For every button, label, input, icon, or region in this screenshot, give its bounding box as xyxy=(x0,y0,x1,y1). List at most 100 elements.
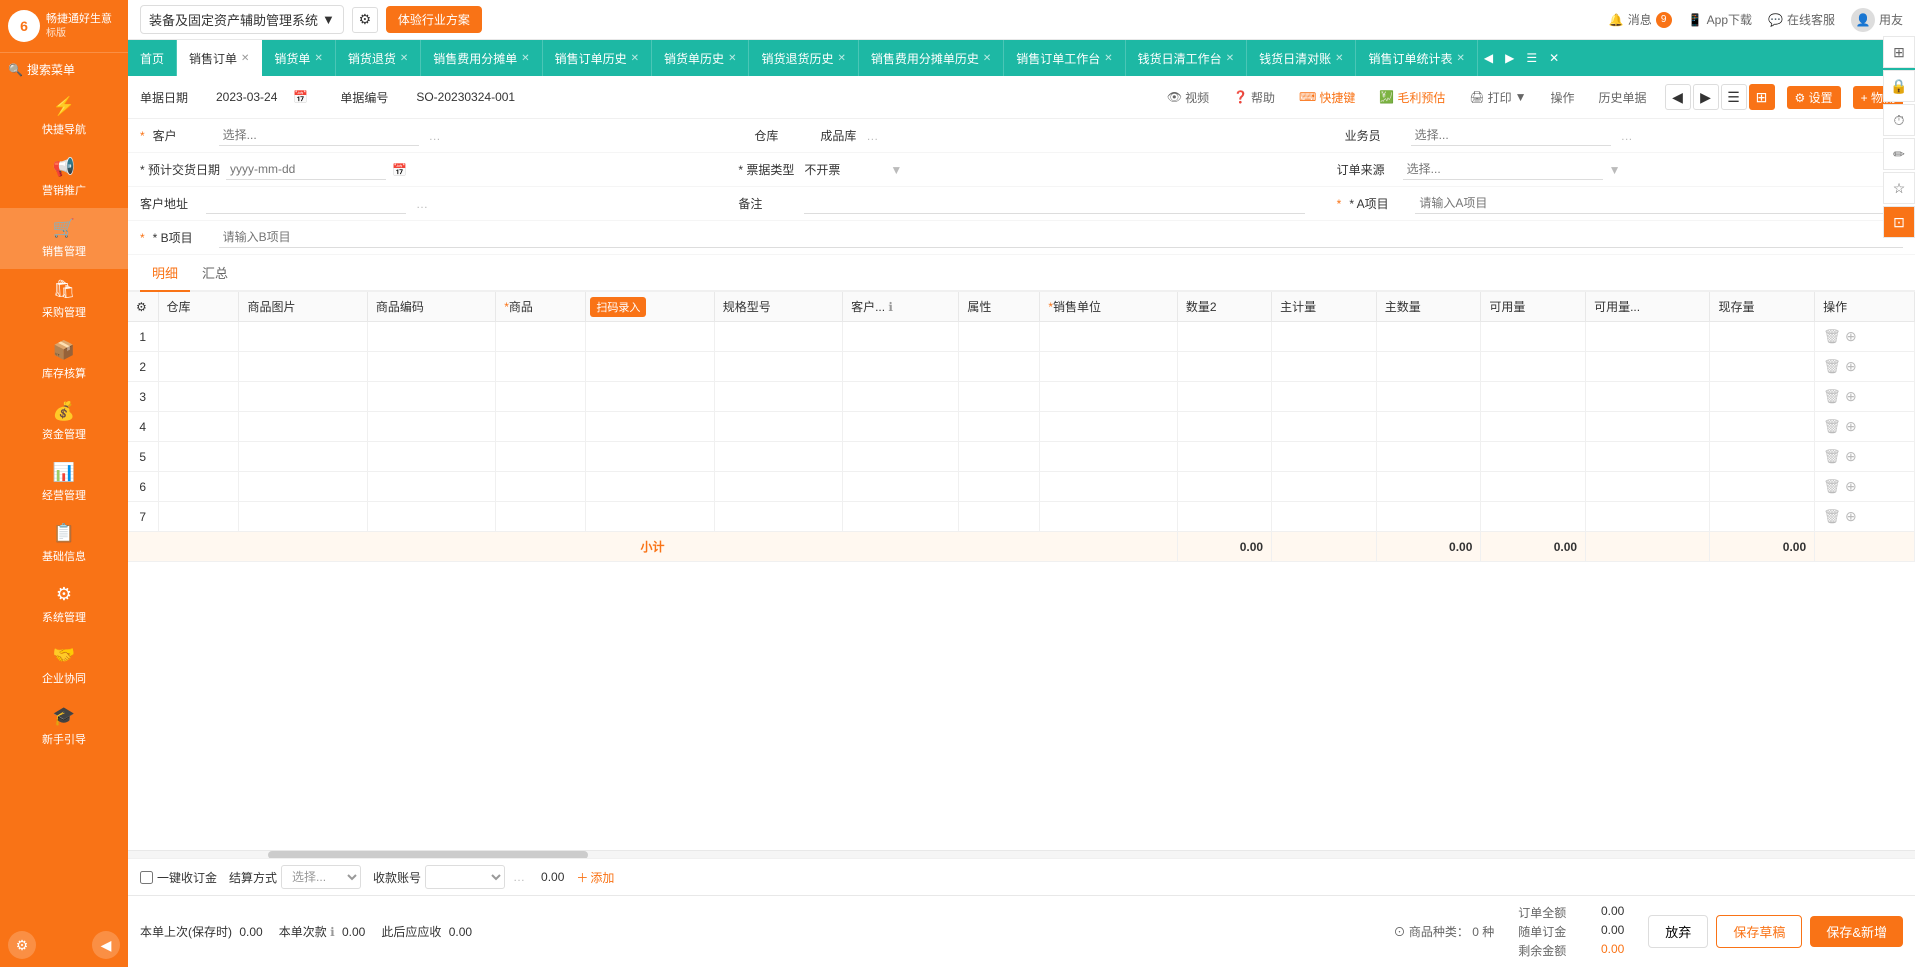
row-spec[interactable] xyxy=(714,352,842,382)
right-panel-btn-6[interactable]: ⊡ xyxy=(1883,206,1915,238)
close-tab-sales-order[interactable]: ✕ xyxy=(241,53,249,64)
operations-btn[interactable]: 操作 xyxy=(1545,87,1581,108)
delete-row-icon[interactable]: 🗑 xyxy=(1823,448,1841,465)
tab-bill-history[interactable]: 销货单历史 ✕ xyxy=(652,40,749,76)
sidebar-item-system[interactable]: ⚙ 系统管理 xyxy=(0,574,128,635)
copy-row-icon[interactable]: ⊕ xyxy=(1845,478,1857,495)
notifications-item[interactable]: 🔔 消息 9 xyxy=(1609,11,1672,28)
row-attr[interactable] xyxy=(959,472,1040,502)
order-source-dropdown-icon[interactable]: ▼ xyxy=(1609,163,1621,177)
right-panel-btn-1[interactable]: ⊞ xyxy=(1883,36,1915,68)
sidebar-item-operations[interactable]: 📊 经营管理 xyxy=(0,452,128,513)
row-spec[interactable] xyxy=(714,322,842,352)
prev-record-btn[interactable]: ◀ xyxy=(1665,84,1691,110)
close-tab-expense-split[interactable]: ✕ xyxy=(521,53,529,64)
row-unit[interactable] xyxy=(1040,322,1178,352)
tab-more-btn[interactable]: ☰ xyxy=(1520,51,1543,65)
close-tab-sales-return[interactable]: ✕ xyxy=(400,53,408,64)
row-warehouse[interactable] xyxy=(158,322,239,352)
row-sku[interactable] xyxy=(367,382,495,412)
sidebar-item-finance[interactable]: 💰 资金管理 xyxy=(0,391,128,452)
add-link[interactable]: ＋ 添加 xyxy=(576,869,614,886)
one-click-checkbox[interactable] xyxy=(140,871,153,884)
row-unit[interactable] xyxy=(1040,382,1178,412)
customer-more-icon[interactable]: … xyxy=(425,129,445,143)
row-attr[interactable] xyxy=(959,502,1040,532)
right-panel-btn-2[interactable]: 🔒 xyxy=(1883,70,1915,102)
row-sku[interactable] xyxy=(367,472,495,502)
row-customer-sku[interactable] xyxy=(843,322,959,352)
row-attr[interactable] xyxy=(959,352,1040,382)
row-sku[interactable] xyxy=(367,442,495,472)
row-main-qty[interactable] xyxy=(1376,352,1481,382)
current-due-help-icon[interactable]: ℹ xyxy=(330,925,335,939)
payment-method-select[interactable]: 选择... xyxy=(281,865,361,889)
tab-home[interactable]: 首页 xyxy=(128,40,177,76)
row-customer-sku[interactable] xyxy=(843,412,959,442)
row-unit[interactable] xyxy=(1040,502,1178,532)
customer-input[interactable] xyxy=(219,125,419,146)
row-sku[interactable] xyxy=(367,352,495,382)
shortcut-btn[interactable]: ⌨ 快捷键 xyxy=(1293,87,1361,108)
delete-row-icon[interactable]: 🗑 xyxy=(1823,328,1841,345)
row-warehouse[interactable] xyxy=(158,442,239,472)
horizontal-scrollbar[interactable] xyxy=(128,850,1915,858)
agent-more-icon[interactable]: … xyxy=(1617,129,1637,143)
discard-btn[interactable]: 放弃 xyxy=(1648,915,1708,948)
row-warehouse[interactable] xyxy=(158,382,239,412)
row-main-qty[interactable] xyxy=(1376,382,1481,412)
sidebar-item-enterprise[interactable]: 🤝 企业协同 xyxy=(0,635,128,696)
row-qty2[interactable] xyxy=(1177,352,1271,382)
delivery-calendar-icon[interactable]: 📅 xyxy=(392,163,407,177)
online-service-item[interactable]: 💬 在线客服 xyxy=(1768,11,1835,28)
industry-btn[interactable]: 体验行业方案 xyxy=(386,6,482,33)
row-customer-sku[interactable] xyxy=(843,502,959,532)
copy-row-icon[interactable]: ⊕ xyxy=(1845,508,1857,525)
sidebar-item-purchase[interactable]: 🛍 采购管理 xyxy=(0,269,128,330)
sidebar-item-marketing[interactable]: 📢 营销推广 xyxy=(0,147,128,208)
delete-row-icon[interactable]: 🗑 xyxy=(1823,358,1841,375)
invoice-value[interactable]: 不开票 xyxy=(804,161,884,178)
tab-expense-history[interactable]: 销售费用分摊单历史 ✕ xyxy=(859,40,1004,76)
row-qty2[interactable] xyxy=(1177,322,1271,352)
history-btn[interactable]: 历史单据 xyxy=(1593,87,1653,108)
warehouse-value[interactable]: 成品库 xyxy=(820,127,856,144)
preview-btn[interactable]: 👁 视频 xyxy=(1161,87,1215,108)
row-qty2[interactable] xyxy=(1177,502,1271,532)
tab-sales-bill[interactable]: 销货单 ✕ xyxy=(262,40,335,76)
row-warehouse[interactable] xyxy=(158,472,239,502)
row-main-qty[interactable] xyxy=(1376,412,1481,442)
row-unit[interactable] xyxy=(1040,472,1178,502)
row-warehouse[interactable] xyxy=(158,352,239,382)
row-goods[interactable] xyxy=(496,442,586,472)
help-btn[interactable]: ❓ 帮助 xyxy=(1227,87,1281,108)
close-tab-order-history[interactable]: ✕ xyxy=(631,53,639,64)
delete-row-icon[interactable]: 🗑 xyxy=(1823,478,1841,495)
project-b-input[interactable] xyxy=(219,227,1903,248)
sidebar-item-sales[interactable]: 🛒 销售管理 xyxy=(0,208,128,269)
warehouse-more-icon[interactable]: … xyxy=(862,129,882,143)
calendar-icon[interactable]: 📅 xyxy=(293,90,308,104)
tab-expense-split[interactable]: 销售费用分摊单 ✕ xyxy=(421,40,542,76)
settings-bottom-btn[interactable]: ⚙ xyxy=(8,931,36,959)
row-attr[interactable] xyxy=(959,382,1040,412)
row-attr[interactable] xyxy=(959,442,1040,472)
row-spec[interactable] xyxy=(714,502,842,532)
copy-row-icon[interactable]: ⊕ xyxy=(1845,358,1857,375)
draft-btn[interactable]: 保存草稿 xyxy=(1716,915,1802,948)
row-goods[interactable] xyxy=(496,412,586,442)
row-spec[interactable] xyxy=(714,382,842,412)
row-qty2[interactable] xyxy=(1177,412,1271,442)
address-input[interactable] xyxy=(206,193,406,214)
row-qty2[interactable] xyxy=(1177,442,1271,472)
agent-input[interactable] xyxy=(1411,125,1611,146)
row-goods[interactable] xyxy=(496,502,586,532)
tab-return-history[interactable]: 销货退货历史 ✕ xyxy=(749,40,858,76)
close-tab-statistics[interactable]: ✕ xyxy=(1457,53,1465,64)
help-circle-icon[interactable]: ℹ xyxy=(888,300,893,314)
tab-summary[interactable]: 汇总 xyxy=(190,255,240,292)
row-unit[interactable] xyxy=(1040,442,1178,472)
tab-order-history[interactable]: 销售订单历史 ✕ xyxy=(543,40,652,76)
close-tab-order-workbench[interactable]: ✕ xyxy=(1104,53,1112,64)
sidebar-item-base-info[interactable]: 📋 基础信息 xyxy=(0,513,128,574)
